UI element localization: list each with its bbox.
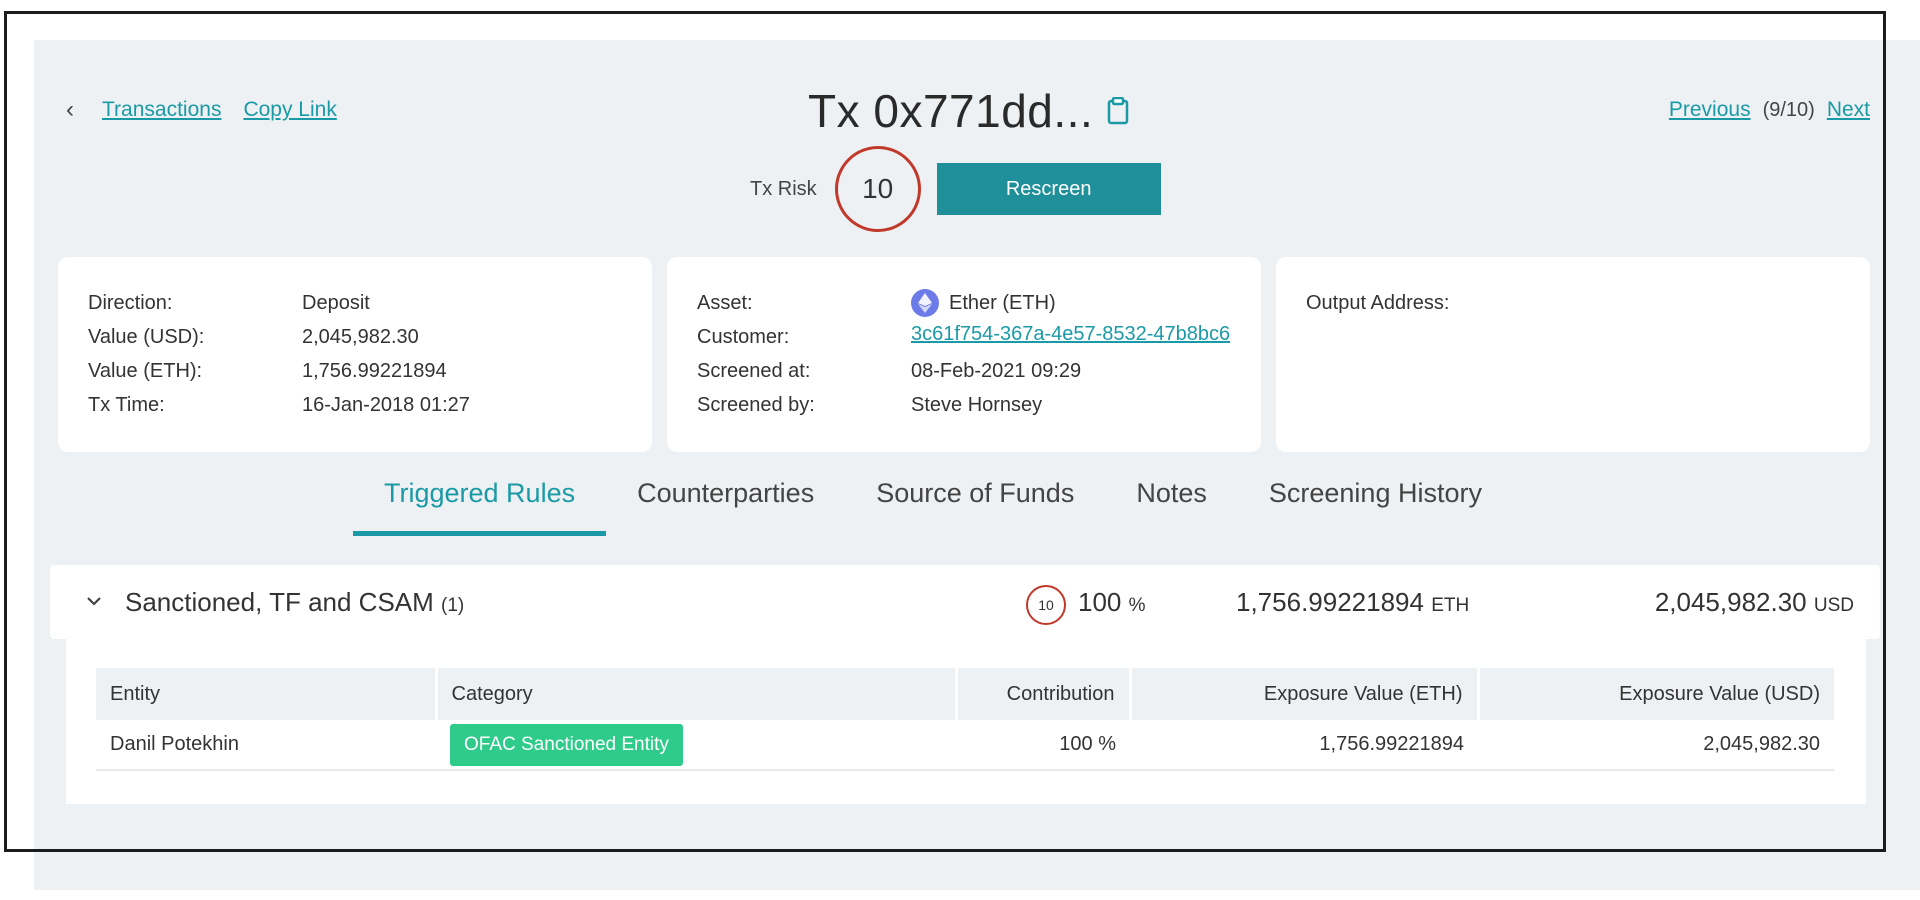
output-address-card: Output Address:	[1276, 257, 1870, 452]
tab-source-of-funds[interactable]: Source of Funds	[845, 478, 1105, 536]
column-exposure-usd[interactable]: Exposure Value (USD)	[1478, 668, 1834, 720]
transactions-link[interactable]: Transactions	[102, 98, 221, 122]
rule-contribution-unit: %	[1128, 595, 1146, 616]
rule-eth-unit: ETH	[1431, 595, 1470, 616]
value-eth-label: Value (ETH):	[88, 360, 203, 382]
tab-triggered-rules[interactable]: Triggered Rules	[353, 478, 607, 536]
screening-details-card: Asset: Ether (ETH) Customer: 3c61f754-36…	[667, 257, 1261, 452]
next-link[interactable]: Next	[1827, 98, 1870, 122]
tab-counterparties[interactable]: Counterparties	[606, 478, 845, 536]
tab-bar: Triggered Rules Counterparties Source of…	[353, 478, 1513, 536]
direction-value: Deposit	[302, 292, 370, 314]
screening-details: Asset: Ether (ETH) Customer: 3c61f754-36…	[697, 289, 1230, 419]
screened-by-value: Steve Hornsey	[911, 394, 1043, 416]
value-eth-value: 1,756.99221894	[302, 360, 447, 382]
risk-label: Tx Risk	[750, 177, 817, 200]
risk-score-badge: 10	[834, 146, 921, 232]
transaction-details-card: Direction: Deposit Value (USD): 2,045,98…	[58, 257, 652, 452]
output-address-label: Output Address:	[1306, 292, 1450, 314]
tab-notes[interactable]: Notes	[1105, 478, 1238, 536]
rule-summary-row[interactable]: Sanctioned, TF and CSAM (1) 10 100 % 1,7…	[50, 565, 1880, 639]
cell-category: OFAC Sanctioned Entity	[436, 720, 956, 771]
ethereum-icon	[911, 289, 939, 317]
customer-label: Customer:	[697, 326, 790, 348]
rule-eth-exposure: 1,756.99221894 ETH	[1236, 587, 1469, 618]
chevron-left-icon[interactable]: ‹	[66, 98, 74, 122]
risk-row: Tx Risk 10 Rescreen	[750, 146, 1161, 232]
value-usd-label: Value (USD):	[88, 326, 205, 348]
transaction-details: Direction: Deposit Value (USD): 2,045,98…	[88, 289, 470, 419]
category-badge: OFAC Sanctioned Entity	[450, 723, 683, 766]
page-title-group: Tx 0x771dd...	[808, 84, 1129, 138]
column-entity[interactable]: Entity	[96, 668, 438, 720]
column-category[interactable]: Category	[436, 668, 958, 720]
breadcrumb: ‹ Transactions Copy Link	[66, 98, 337, 122]
tx-time-label: Tx Time:	[88, 394, 165, 416]
cell-exposure-usd: 2,045,982.30	[1478, 720, 1834, 771]
exposure-table: Entity Category Contribution Exposure Va…	[96, 668, 1834, 771]
rule-detail-panel: Entity Category Contribution Exposure Va…	[66, 638, 1866, 804]
screened-at-label: Screened at:	[697, 360, 811, 382]
pager-position: (9/10)	[1762, 98, 1815, 121]
rule-usd-value: 2,045,982.30	[1654, 587, 1807, 617]
copy-link[interactable]: Copy Link	[243, 98, 336, 122]
rule-contribution: 100 %	[1078, 587, 1146, 618]
table-row[interactable]: Danil Potekhin OFAC Sanctioned Entity 10…	[96, 720, 1834, 771]
rule-usd-unit: USD	[1813, 595, 1854, 616]
rule-eth-value: 1,756.99221894	[1236, 587, 1424, 617]
cell-exposure-eth: 1,756.99221894	[1130, 720, 1478, 771]
cell-entity: Danil Potekhin	[96, 720, 436, 771]
previous-link[interactable]: Previous	[1669, 98, 1751, 122]
rule-risk-badge: 10	[1026, 585, 1066, 625]
screened-at-value: 08-Feb-2021 09:29	[911, 360, 1082, 382]
page-title: Tx 0x771dd...	[808, 85, 1094, 137]
asset-name: Ether (ETH)	[949, 292, 1056, 314]
asset-value: Ether (ETH)	[911, 289, 1230, 317]
column-exposure-eth[interactable]: Exposure Value (ETH)	[1130, 668, 1480, 720]
chevron-down-icon[interactable]	[86, 587, 102, 613]
column-contribution[interactable]: Contribution	[956, 668, 1132, 720]
rule-name: Sanctioned, TF and CSAM	[125, 587, 434, 617]
screened-by-label: Screened by:	[697, 394, 815, 416]
table-header-row: Entity Category Contribution Exposure Va…	[96, 668, 1834, 720]
pager: Previous (9/10) Next	[1669, 98, 1870, 122]
rule-usd-exposure: 2,045,982.30 USD	[1655, 587, 1854, 618]
asset-label: Asset:	[697, 292, 753, 314]
clipboard-icon[interactable]	[1107, 96, 1129, 125]
rule-title: Sanctioned, TF and CSAM (1)	[125, 587, 464, 618]
customer-link[interactable]: 3c61f754-367a-4e57-8532-47b8bc6	[911, 323, 1230, 351]
rescreen-button[interactable]: Rescreen	[936, 163, 1161, 215]
rule-count: (1)	[441, 595, 465, 616]
tab-screening-history[interactable]: Screening History	[1238, 478, 1513, 536]
value-usd-value: 2,045,982.30	[302, 326, 419, 348]
rule-contribution-value: 100	[1078, 587, 1122, 617]
tx-time-value: 16-Jan-2018 01:27	[302, 394, 470, 416]
direction-label: Direction:	[88, 292, 173, 314]
cell-contribution: 100 %	[956, 720, 1130, 771]
